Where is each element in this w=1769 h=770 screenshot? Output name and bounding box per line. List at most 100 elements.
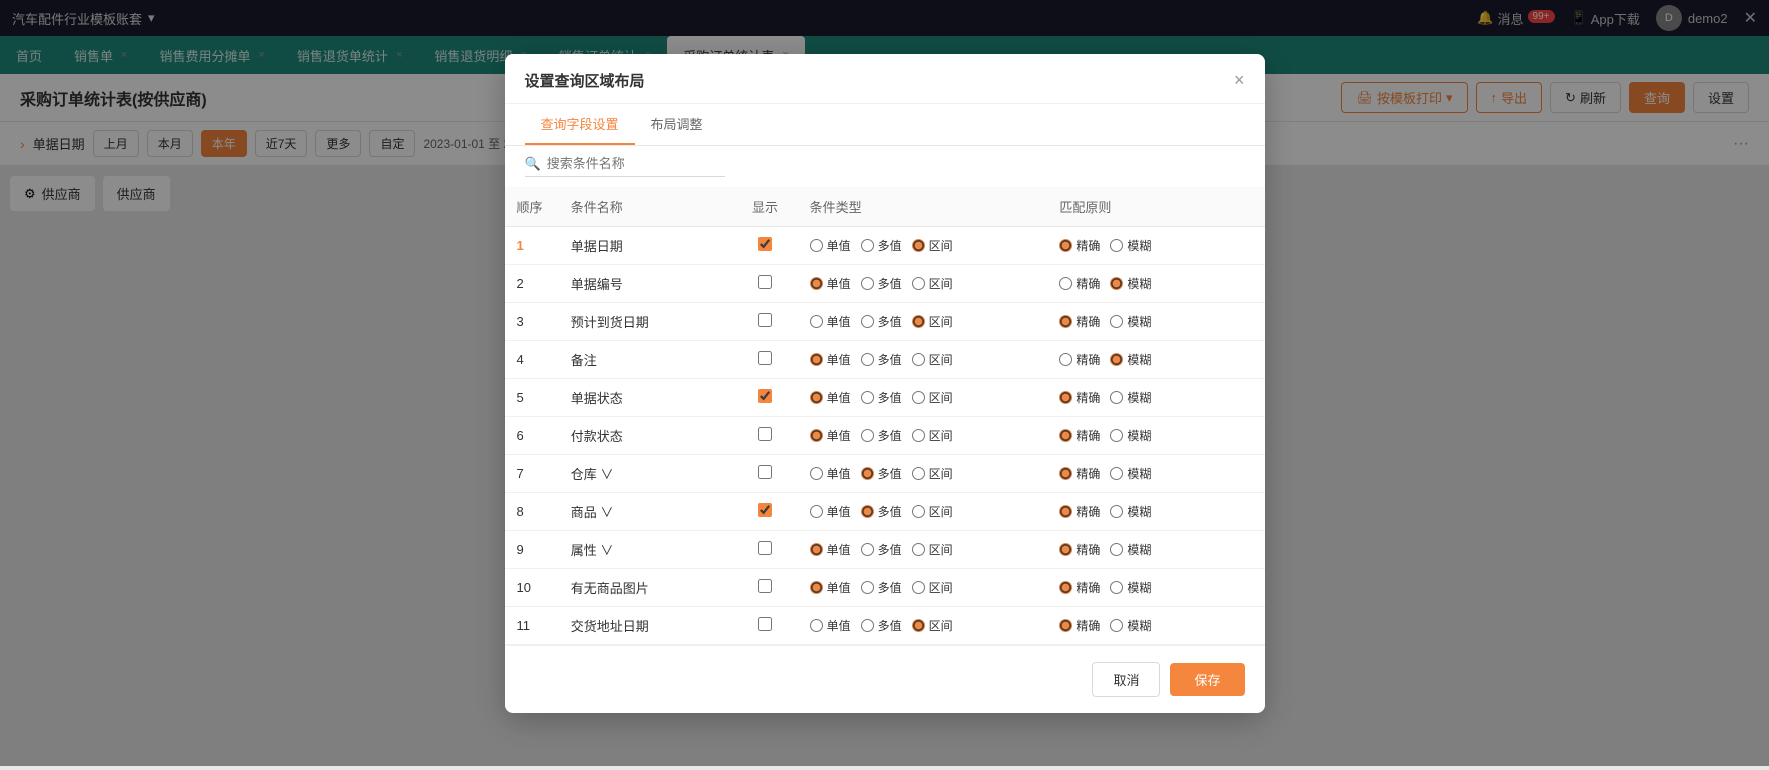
match-radio-精确-8[interactable] [1059, 543, 1072, 556]
type-radio-多值-5[interactable] [861, 429, 874, 442]
match-radio-精确-4[interactable] [1059, 391, 1072, 404]
type-radio-区间-2[interactable] [912, 315, 925, 328]
match-radio-精确-3[interactable] [1059, 353, 1072, 366]
type-radio-区间-9[interactable] [912, 581, 925, 594]
row-display-10[interactable] [732, 606, 797, 644]
match-radio-模糊-0[interactable] [1110, 239, 1123, 252]
row-name-8: 属性 ∨ [559, 530, 733, 568]
table-row: 6付款状态单值多值区间精确模糊 [505, 416, 1265, 454]
type-radio-单值-8[interactable] [810, 543, 823, 556]
display-checkbox-7[interactable] [758, 503, 772, 517]
row-match-5: 精确模糊 [1047, 416, 1264, 454]
match-radio-模糊-3[interactable] [1110, 353, 1123, 366]
match-radio-模糊-6[interactable] [1110, 467, 1123, 480]
row-order-10: 11 [505, 606, 559, 644]
type-radio-单值-3[interactable] [810, 353, 823, 366]
row-display-4[interactable] [732, 378, 797, 416]
row-display-6[interactable] [732, 454, 797, 492]
dialog-close-button[interactable]: × [1234, 71, 1245, 89]
type-radio-多值-6[interactable] [861, 467, 874, 480]
display-checkbox-3[interactable] [758, 351, 772, 365]
match-radio-模糊-10[interactable] [1110, 619, 1123, 632]
type-radio-多值-2[interactable] [861, 315, 874, 328]
display-checkbox-9[interactable] [758, 579, 772, 593]
row-type-8: 单值多值区间 [798, 530, 1048, 568]
settings-dialog: 设置查询区域布局 × 查询字段设置 布局调整 🔍 顺序 [505, 54, 1265, 713]
row-display-8[interactable] [732, 530, 797, 568]
type-radio-多值-3[interactable] [861, 353, 874, 366]
save-button[interactable]: 保存 [1170, 663, 1244, 696]
match-radio-模糊-7[interactable] [1110, 505, 1123, 518]
type-radio-区间-10[interactable] [912, 619, 925, 632]
row-display-2[interactable] [732, 302, 797, 340]
match-radio-精确-7[interactable] [1059, 505, 1072, 518]
table-row: 3预计到货日期单值多值区间精确模糊 [505, 302, 1265, 340]
cancel-button[interactable]: 取消 [1092, 662, 1160, 697]
match-radio-模糊-2[interactable] [1110, 315, 1123, 328]
type-radio-单值-6[interactable] [810, 467, 823, 480]
match-radio-模糊-5[interactable] [1110, 429, 1123, 442]
type-radio-多值-0[interactable] [861, 239, 874, 252]
match-radio-精确-1[interactable] [1059, 277, 1072, 290]
type-radio-单值-7[interactable] [810, 505, 823, 518]
display-checkbox-0[interactable] [758, 237, 772, 251]
row-match-6: 精确模糊 [1047, 454, 1264, 492]
display-checkbox-8[interactable] [758, 541, 772, 555]
match-radio-模糊-1[interactable] [1110, 277, 1123, 290]
type-radio-单值-10[interactable] [810, 619, 823, 632]
display-checkbox-4[interactable] [758, 389, 772, 403]
match-radio-模糊-4[interactable] [1110, 391, 1123, 404]
type-radio-多值-8[interactable] [861, 543, 874, 556]
type-radio-多值-7[interactable] [861, 505, 874, 518]
type-radio-单值-2[interactable] [810, 315, 823, 328]
row-display-9[interactable] [732, 568, 797, 606]
display-checkbox-2[interactable] [758, 313, 772, 327]
row-name-9: 有无商品图片 [559, 568, 733, 606]
match-radio-精确-2[interactable] [1059, 315, 1072, 328]
row-display-5[interactable] [732, 416, 797, 454]
type-radio-单值-1[interactable] [810, 277, 823, 290]
dialog-tab-fields[interactable]: 查询字段设置 [525, 104, 635, 145]
display-checkbox-1[interactable] [758, 275, 772, 289]
dialog-table: 顺序 条件名称 显示 条件类型 匹配原则 1单据日期单值多值区间精确模糊2单据编… [505, 187, 1265, 645]
table-header-row: 顺序 条件名称 显示 条件类型 匹配原则 [505, 187, 1265, 227]
type-radio-多值-1[interactable] [861, 277, 874, 290]
type-radio-多值-10[interactable] [861, 619, 874, 632]
type-radio-区间-5[interactable] [912, 429, 925, 442]
type-radio-区间-6[interactable] [912, 467, 925, 480]
type-radio-区间-8[interactable] [912, 543, 925, 556]
type-radio-多值-9[interactable] [861, 581, 874, 594]
match-radio-精确-5[interactable] [1059, 429, 1072, 442]
type-radio-区间-3[interactable] [912, 353, 925, 366]
match-radio-模糊-9[interactable] [1110, 581, 1123, 594]
row-order-8: 9 [505, 530, 559, 568]
type-radio-区间-1[interactable] [912, 277, 925, 290]
row-display-3[interactable] [732, 340, 797, 378]
match-radio-精确-9[interactable] [1059, 581, 1072, 594]
display-checkbox-6[interactable] [758, 465, 772, 479]
match-radio-精确-10[interactable] [1059, 619, 1072, 632]
display-checkbox-10[interactable] [758, 617, 772, 631]
table-row: 9属性 ∨单值多值区间精确模糊 [505, 530, 1265, 568]
row-name-0: 单据日期 [559, 226, 733, 264]
type-radio-区间-7[interactable] [912, 505, 925, 518]
type-radio-单值-9[interactable] [810, 581, 823, 594]
type-radio-单值-0[interactable] [810, 239, 823, 252]
type-radio-区间-0[interactable] [912, 239, 925, 252]
row-type-5: 单值多值区间 [798, 416, 1048, 454]
row-match-1: 精确模糊 [1047, 264, 1264, 302]
type-radio-单值-4[interactable] [810, 391, 823, 404]
dialog-tab-layout[interactable]: 布局调整 [635, 104, 719, 145]
row-type-4: 单值多值区间 [798, 378, 1048, 416]
row-display-0[interactable] [732, 226, 797, 264]
type-radio-单值-5[interactable] [810, 429, 823, 442]
match-radio-精确-6[interactable] [1059, 467, 1072, 480]
match-radio-精确-0[interactable] [1059, 239, 1072, 252]
type-radio-区间-4[interactable] [912, 391, 925, 404]
display-checkbox-5[interactable] [758, 427, 772, 441]
row-display-1[interactable] [732, 264, 797, 302]
row-display-7[interactable] [732, 492, 797, 530]
search-input[interactable] [547, 156, 707, 171]
type-radio-多值-4[interactable] [861, 391, 874, 404]
match-radio-模糊-8[interactable] [1110, 543, 1123, 556]
